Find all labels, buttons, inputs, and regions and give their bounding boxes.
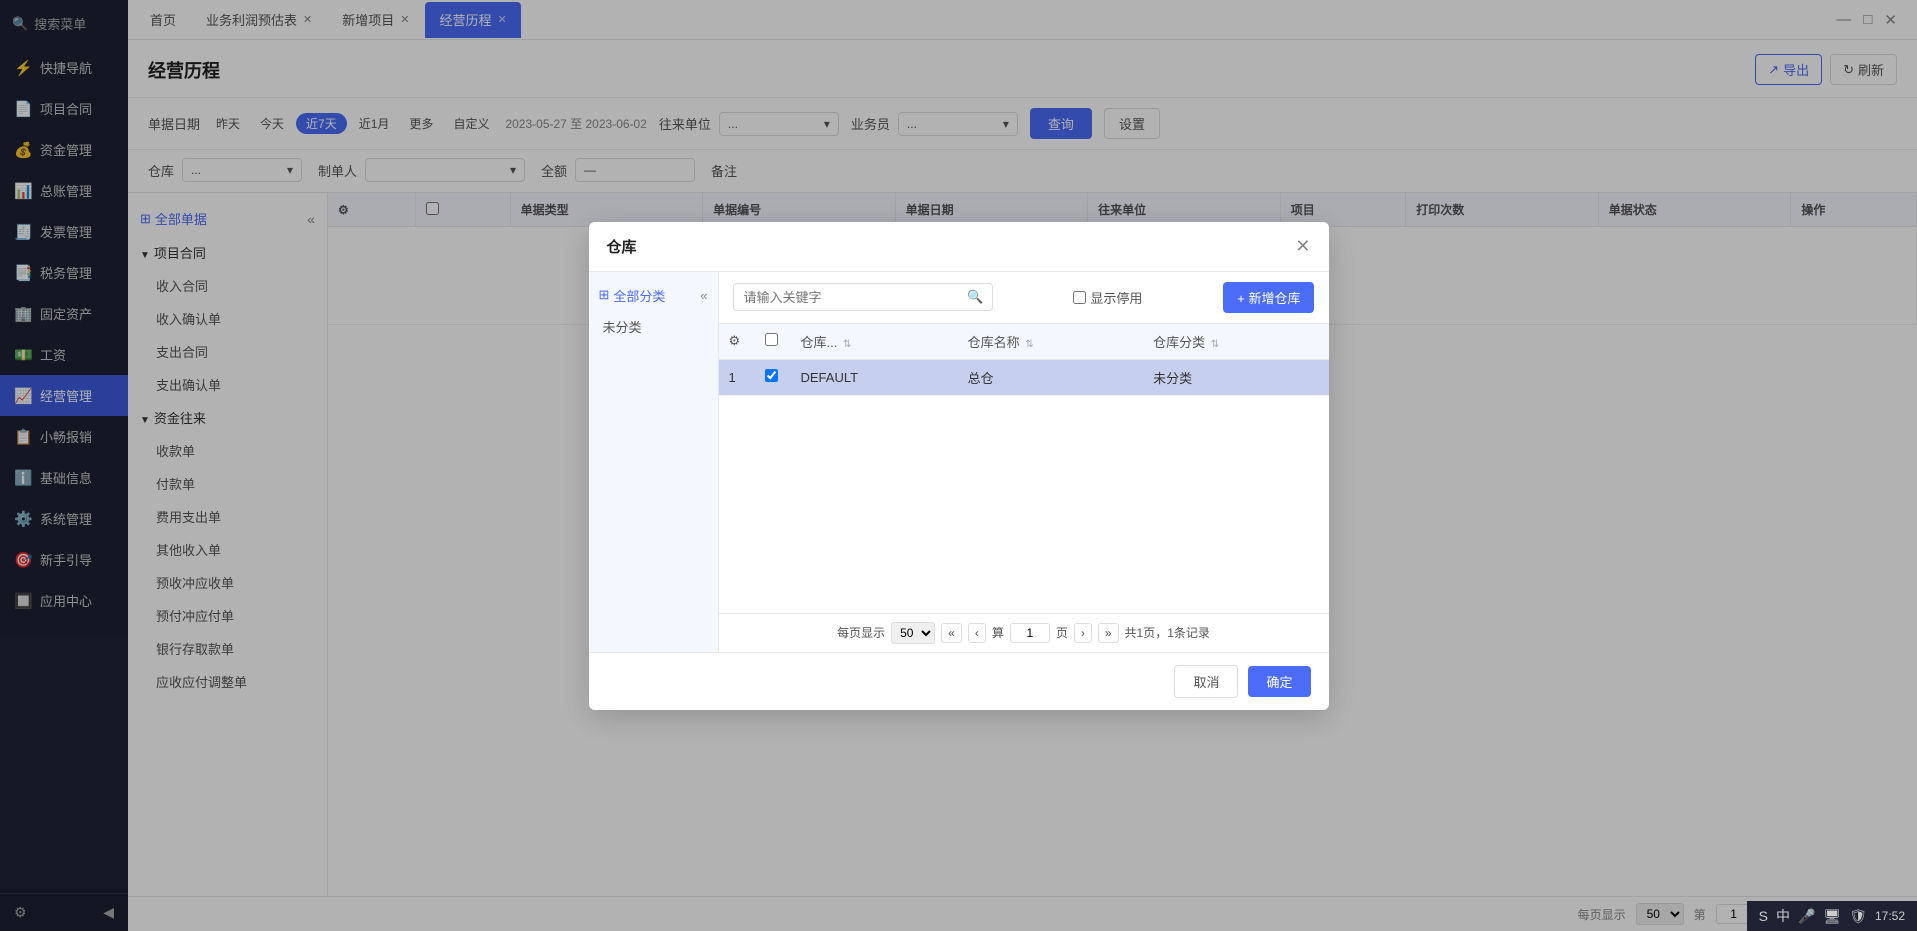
dialog-toolbar: 🔍 显示停用 + 新增仓库 [719,272,1329,324]
row-code-cell: DEFAULT [791,359,958,395]
col-name-sort[interactable]: ⇅ [1025,339,1033,350]
dialog-confirm-button[interactable]: 确定 [1248,666,1310,697]
table-row[interactable]: 1 DEFAULT 总仓 未分类 [719,359,1329,395]
show-disabled-label: 显示停用 [1073,288,1142,307]
dialog-select-all[interactable] [765,333,778,346]
row-settings-cell: 1 [719,359,755,395]
dialog-col-code: 仓库... ⇅ [791,324,958,360]
dialog-table-wrap: ⚙ 仓库... ⇅ 仓库名称 ⇅ [719,324,1329,613]
tray-icon-5: 🛡 [1849,908,1867,925]
modal-overlay: 仓库 ✕ ⊞ 全部分类 « 未分类 [0,0,1917,931]
dialog-next-page[interactable]: › [1074,623,1092,643]
dialog-actions: 取消 确定 [589,652,1329,710]
col-name-label: 仓库名称 [968,335,1020,350]
col-code-sort[interactable]: ⇅ [843,339,851,350]
dialog-left-panel: ⊞ 全部分类 « 未分类 [589,272,719,652]
dialog-all-label: 全部分类 [613,286,665,305]
tray-icon-2: 中 [1776,906,1790,926]
show-disabled-checkbox[interactable] [1073,291,1086,304]
dialog-close-button[interactable]: ✕ [1295,236,1310,257]
dialog-page-unit: 页 [1056,624,1068,641]
show-disabled-text: 显示停用 [1090,288,1142,307]
dialog-col-checkbox [755,324,791,360]
dialog-col-category: 仓库分类 ⇅ [1143,324,1328,360]
col-cat-label: 仓库分类 [1153,335,1205,350]
grid-icon-dialog: ⊞ [599,287,610,303]
row-category-cell: 未分类 [1143,359,1328,395]
dialog-page-input[interactable] [1010,623,1050,643]
per-page-label: 每页显示 [837,624,885,641]
dialog-title: 仓库 [607,236,637,257]
tray-icon-4: 🖥 [1823,908,1841,925]
dialog-left-header: ⊞ 全部分类 « [589,280,718,311]
search-icon-dialog: 🔍 [959,284,991,310]
category-label: 未分类 [603,320,642,335]
tray-icon-1: S [1759,908,1768,924]
dialog-collapse-btn[interactable]: « [700,288,707,303]
dialog-body: ⊞ 全部分类 « 未分类 🔍 [589,272,1329,652]
row-checkbox-cell [755,359,791,395]
system-tray: S 中 🎤 🖥 🛡 17:52 [1747,901,1917,931]
dialog-left-scroll: 未分类 [589,311,718,639]
dialog-search-input[interactable] [734,285,960,310]
tray-time: 17:52 [1875,909,1905,923]
row-name-cell: 总仓 [958,359,1143,395]
warehouse-dialog: 仓库 ✕ ⊞ 全部分类 « 未分类 [589,222,1329,710]
add-warehouse-button[interactable]: + 新增仓库 [1223,282,1314,313]
dialog-col-name: 仓库名称 ⇅ [958,324,1143,360]
dialog-page-label: 算 [992,624,1004,641]
dialog-first-page[interactable]: « [941,623,962,643]
row-checkbox[interactable] [765,369,778,382]
dialog-all-categories[interactable]: ⊞ 全部分类 [599,286,666,305]
dialog-last-page[interactable]: » [1098,623,1119,643]
dialog-prev-page[interactable]: ‹ [968,623,986,643]
dialog-category-uncategorized[interactable]: 未分类 [589,311,718,342]
tray-icon-3: 🎤 [1798,908,1815,925]
dialog-right-panel: 🔍 显示停用 + 新增仓库 ⚙ [719,272,1329,652]
dialog-col-settings: ⚙ [719,324,755,360]
col-code-label: 仓库... [801,335,838,350]
dialog-cancel-button[interactable]: 取消 [1174,665,1238,698]
dialog-total-text: 共1页，1条记录 [1125,624,1210,641]
dialog-pagination: 每页显示 50 « ‹ 算 页 › » 共1页，1条记录 [719,613,1329,652]
dialog-search-box: 🔍 [733,283,993,311]
col-cat-sort[interactable]: ⇅ [1211,339,1219,350]
dialog-table: ⚙ 仓库... ⇅ 仓库名称 ⇅ [719,324,1329,396]
dialog-header: 仓库 ✕ [589,222,1329,272]
dialog-page-size-select[interactable]: 50 [891,622,935,644]
